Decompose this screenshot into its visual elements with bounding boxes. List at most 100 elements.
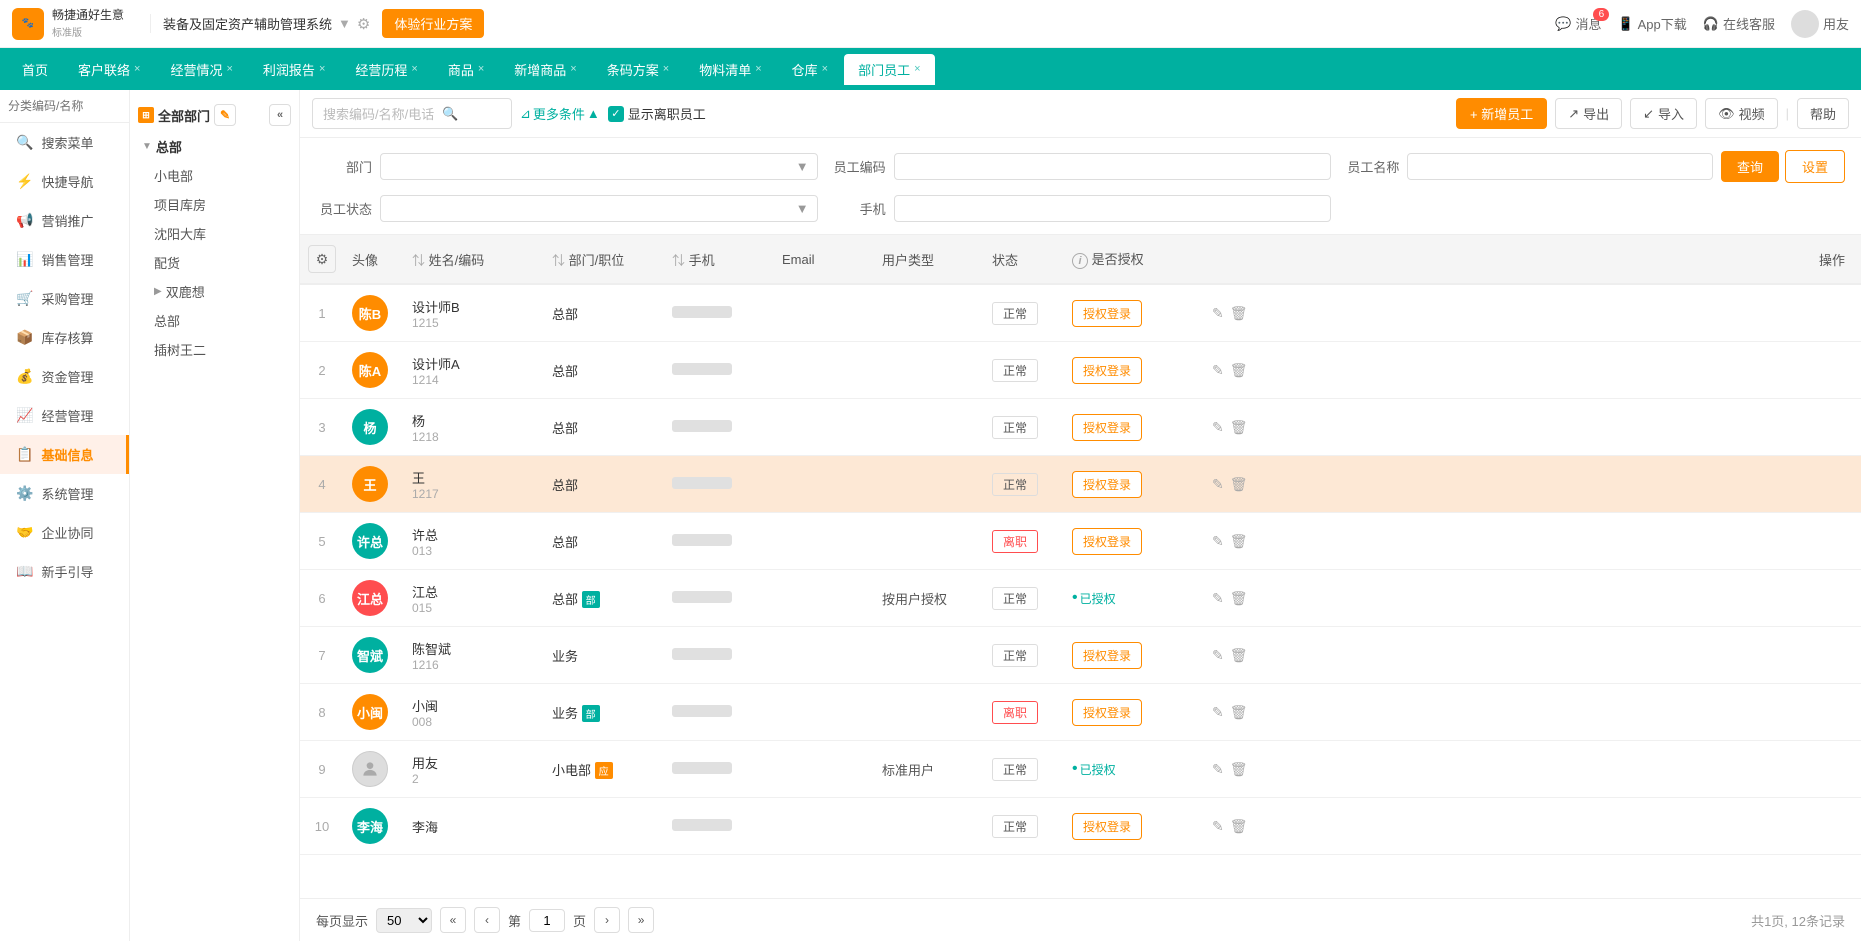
auth-btn[interactable]: 授权登录 — [1072, 414, 1142, 441]
delete-icon[interactable]: 🗑 — [1230, 305, 1248, 322]
sidebar-item-purchase[interactable]: 🛒 采购管理 — [0, 279, 129, 318]
edit-icon[interactable]: ✎ — [1212, 533, 1224, 550]
close-icon[interactable]: × — [822, 63, 828, 75]
delete-icon[interactable]: 🗑 — [1230, 590, 1248, 607]
tree-node-project-storage[interactable]: 项目库房 — [130, 190, 299, 219]
add-employee-btn[interactable]: + 新增员工 — [1456, 98, 1547, 129]
tree-collapse-btn[interactable]: « — [269, 104, 291, 126]
prev-page-btn[interactable]: ‹ — [474, 907, 500, 933]
sidebar-item-search[interactable]: 🔍 搜索菜单 — [0, 123, 129, 162]
close-icon[interactable]: × — [663, 63, 669, 75]
close-icon[interactable]: × — [319, 63, 325, 75]
tree-node-shuanglu[interactable]: ▶ 双鹿想 — [130, 277, 299, 306]
delete-icon[interactable]: 🗑 — [1230, 476, 1248, 493]
emp-name-input[interactable] — [1407, 153, 1713, 180]
auth-btn[interactable]: 授权登录 — [1072, 471, 1142, 498]
delete-icon[interactable]: 🗑 — [1230, 818, 1248, 835]
tree-node-distribution[interactable]: 配货 — [130, 248, 299, 277]
sidebar-item-guide[interactable]: 📖 新手引导 — [0, 552, 129, 591]
delete-icon[interactable]: 🗑 — [1230, 533, 1248, 550]
tab-bom[interactable]: 物料清单 × — [685, 54, 775, 85]
auth-btn[interactable]: 授权登录 — [1072, 528, 1142, 555]
message-item[interactable]: 💬 6 消息 — [1555, 14, 1601, 33]
tab-employees[interactable]: 部门员工 × — [844, 54, 934, 85]
sidebar-item-marketing[interactable]: 📢 营销推广 — [0, 201, 129, 240]
tab-history[interactable]: 经营历程 × — [341, 54, 431, 85]
tree-edit-btn[interactable]: ✎ — [214, 104, 236, 126]
next-page-btn[interactable]: › — [594, 907, 620, 933]
dropdown-arrow-icon[interactable]: ▼ — [338, 16, 351, 31]
edit-icon[interactable]: ✎ — [1212, 761, 1224, 778]
phone-input[interactable] — [894, 195, 1332, 222]
edit-icon[interactable]: ✎ — [1212, 590, 1224, 607]
delete-icon[interactable]: 🗑 — [1230, 419, 1248, 436]
tab-customer[interactable]: 客户联络 × — [64, 54, 154, 85]
delete-icon[interactable]: 🗑 — [1230, 761, 1248, 778]
more-conditions-btn[interactable]: ⊿ 更多条件 ▲ — [520, 104, 600, 123]
sidebar-item-operation[interactable]: 📈 经营管理 — [0, 396, 129, 435]
edit-icon[interactable]: ✎ — [1212, 419, 1224, 436]
delete-icon[interactable]: 🗑 — [1230, 704, 1248, 721]
auth-btn[interactable]: 授权登录 — [1072, 642, 1142, 669]
close-icon[interactable]: × — [570, 63, 576, 75]
sidebar-item-system[interactable]: ⚙️ 系统管理 — [0, 474, 129, 513]
sidebar-search-input[interactable] — [8, 99, 130, 113]
edit-icon[interactable]: ✎ — [1212, 647, 1224, 664]
try-btn[interactable]: 体验行业方案 — [382, 9, 484, 38]
dept-select[interactable]: ▼ — [380, 153, 818, 180]
settings-icon[interactable]: ⚙ — [357, 15, 370, 33]
tree-node-shenyang[interactable]: 沈阳大库 — [130, 219, 299, 248]
close-icon[interactable]: × — [755, 63, 761, 75]
edit-icon[interactable]: ✎ — [1212, 476, 1224, 493]
th-phone[interactable]: ⇅ 手机 — [664, 235, 774, 284]
edit-icon[interactable]: ✎ — [1212, 305, 1224, 322]
close-icon[interactable]: × — [134, 63, 140, 75]
auth-btn[interactable]: 授权登录 — [1072, 699, 1142, 726]
first-page-btn[interactable]: « — [440, 907, 466, 933]
th-name[interactable]: ⇅ 姓名/编码 — [404, 235, 544, 284]
auth-btn[interactable]: 授权登录 — [1072, 300, 1142, 327]
sidebar-item-finance[interactable]: 💰 资金管理 — [0, 357, 129, 396]
import-btn[interactable]: ↙ 导入 — [1630, 98, 1697, 129]
view-btn[interactable]: 👁 视频 — [1705, 98, 1778, 129]
emp-status-select[interactable]: ▼ — [380, 195, 818, 222]
online-service-item[interactable]: 🎧 在线客服 — [1703, 14, 1775, 33]
emp-code-input[interactable] — [894, 153, 1332, 180]
sidebar-item-quick-nav[interactable]: ⚡ 快捷导航 — [0, 162, 129, 201]
tab-warehouse[interactable]: 仓库 × — [778, 54, 842, 85]
user-item[interactable]: 用友 — [1791, 10, 1849, 38]
close-icon[interactable]: × — [478, 63, 484, 75]
sidebar-item-enterprise[interactable]: 🤝 企业协同 — [0, 513, 129, 552]
tab-home[interactable]: 首页 — [8, 54, 62, 85]
tree-node-hq[interactable]: 总部 — [130, 306, 299, 335]
tree-node-chashuwang[interactable]: 插树王二 — [130, 335, 299, 364]
page-size-select[interactable]: 50 100 200 — [376, 908, 432, 933]
close-icon[interactable]: × — [914, 63, 920, 75]
tab-new-goods[interactable]: 新增商品 × — [500, 54, 590, 85]
set-btn[interactable]: 设置 — [1785, 150, 1845, 183]
sidebar-item-inventory[interactable]: 📦 库存核算 — [0, 318, 129, 357]
tab-operation-status[interactable]: 经营情况 × — [156, 54, 246, 85]
close-icon[interactable]: × — [411, 63, 417, 75]
delete-icon[interactable]: 🗑 — [1230, 647, 1248, 664]
edit-icon[interactable]: ✎ — [1212, 362, 1224, 379]
auth-btn[interactable]: 授权登录 — [1072, 813, 1142, 840]
tab-barcode[interactable]: 条码方案 × — [593, 54, 683, 85]
app-download-item[interactable]: 📱 App下载 — [1617, 14, 1686, 33]
export-btn[interactable]: ↗ 导出 — [1555, 98, 1622, 129]
delete-icon[interactable]: 🗑 — [1230, 362, 1248, 379]
search-box[interactable]: 搜索编码/名称/电话 🔍 — [312, 98, 512, 129]
page-input[interactable] — [529, 909, 565, 932]
edit-icon[interactable]: ✎ — [1212, 818, 1224, 835]
th-dept[interactable]: ⇅ 部门/职位 — [544, 235, 664, 284]
sidebar-item-basic-info[interactable]: 📋 基础信息 — [0, 435, 129, 474]
help-btn[interactable]: 帮助 — [1797, 98, 1849, 129]
close-icon[interactable]: × — [226, 63, 232, 75]
show-resigned-checkbox[interactable]: ✓ 显示离职员工 — [608, 104, 706, 123]
tab-profit[interactable]: 利润报告 × — [249, 54, 339, 85]
tree-node-headquarter[interactable]: ▼ 总部 — [130, 132, 299, 161]
auth-btn[interactable]: 授权登录 — [1072, 357, 1142, 384]
tree-node-small-electric[interactable]: 小电部 — [130, 161, 299, 190]
tab-goods[interactable]: 商品 × — [434, 54, 498, 85]
edit-icon[interactable]: ✎ — [1212, 704, 1224, 721]
